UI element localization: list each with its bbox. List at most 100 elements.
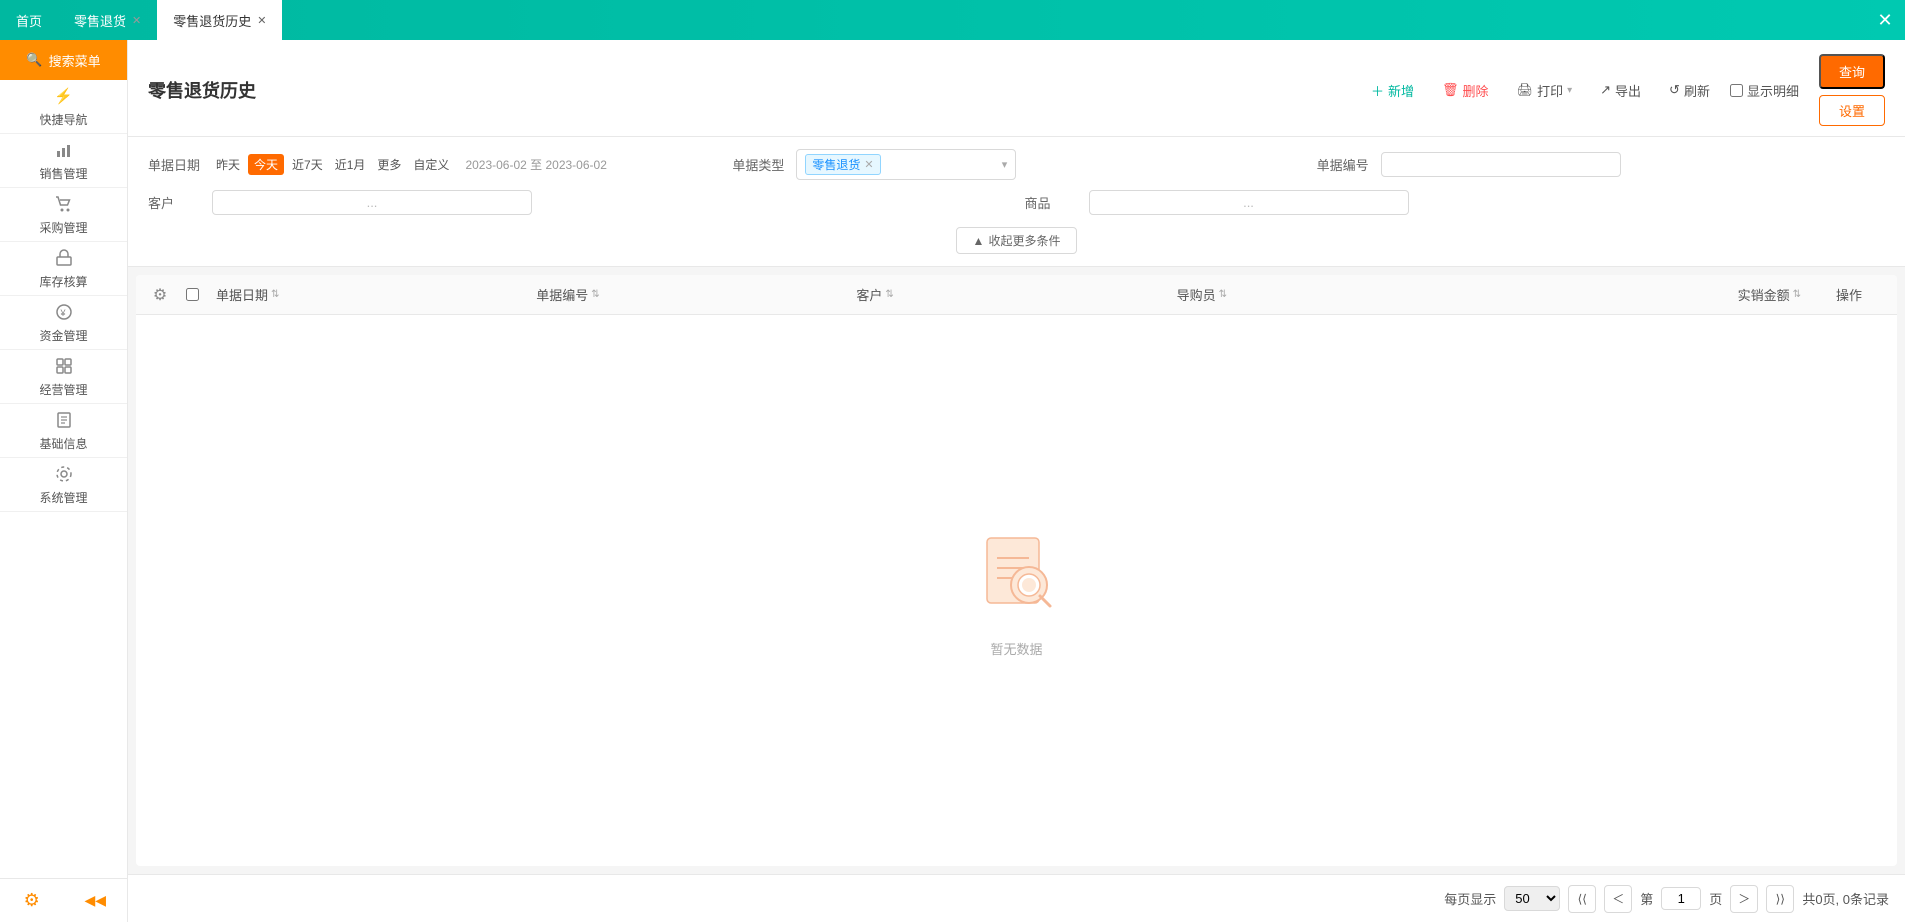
add-icon: ＋: [1371, 81, 1384, 100]
page-next-button[interactable]: ＞: [1730, 885, 1758, 913]
table-settings-icon[interactable]: ⚙: [144, 285, 176, 305]
delete-icon: 🗑: [1442, 82, 1459, 98]
sidebar-item-finance[interactable]: ¥ 资金管理: [0, 296, 127, 350]
collapse-icon: ◀◀: [84, 892, 106, 909]
page-last-button[interactable]: ⟩⟩: [1766, 885, 1794, 913]
th-number-sort-icon[interactable]: ⇅: [591, 289, 599, 300]
filter-date-label: 单据日期: [148, 155, 204, 174]
th-customer-label: 客户: [856, 285, 882, 304]
date-btn-yesterday[interactable]: 昨天: [212, 154, 244, 175]
settings-icon: ⚙: [24, 890, 40, 911]
filter-type-tag-remove[interactable]: ✕: [864, 158, 873, 171]
date-btn-7days[interactable]: 近7天: [288, 154, 327, 175]
window-close-button[interactable]: ✕: [1865, 0, 1905, 40]
setting-button[interactable]: 设置: [1819, 95, 1885, 126]
delete-label: 删除: [1463, 81, 1489, 100]
page-header: 零售退货历史 ＋ + 新增 新增 🗑 删除 🖨 打印 ▾ ↗: [128, 40, 1905, 137]
date-btn-today[interactable]: 今天: [248, 154, 284, 175]
th-date-sort-icon[interactable]: ⇅: [271, 289, 279, 300]
empty-text: 暂无数据: [990, 639, 1042, 658]
sidebar-item-operation[interactable]: 经营管理: [0, 350, 127, 404]
sales-icon: [53, 139, 75, 161]
content-area: 零售退货历史 ＋ + 新增 新增 🗑 删除 🖨 打印 ▾ ↗: [128, 40, 1905, 922]
filter-type-item: 单据类型 零售退货 ✕ ▾: [732, 149, 1300, 180]
filter-row-1: 单据日期 昨天 今天 近7天 近1月 更多 自定义 2023-06-02 至 2…: [148, 149, 1885, 180]
page-suffix: 页: [1709, 889, 1722, 908]
page-number-input[interactable]: [1661, 887, 1701, 910]
search-icon: 🔍: [26, 52, 42, 68]
filter-area: 单据日期 昨天 今天 近7天 近1月 更多 自定义 2023-06-02 至 2…: [128, 137, 1905, 267]
sidebar-nav: ⚡ 快捷导航 销售管理 采购管理 库存核算: [0, 80, 127, 878]
table-select-all[interactable]: [176, 288, 208, 301]
sidebar-search-label: 搜索菜单: [49, 51, 101, 70]
display-detail-toggle[interactable]: 显示明细: [1730, 81, 1799, 100]
print-label: 打印: [1537, 81, 1563, 100]
date-btn-custom[interactable]: 自定义: [409, 154, 453, 175]
basic-info-icon: [53, 409, 75, 431]
th-guide-label: 导购员: [1177, 285, 1216, 304]
date-btn-1month[interactable]: 近1月: [331, 154, 370, 175]
th-customer-sort-icon[interactable]: ⇅: [885, 289, 893, 300]
th-guide-sort-icon[interactable]: ⇅: [1219, 289, 1227, 300]
th-date: 单据日期 ⇅: [208, 285, 528, 304]
tab-retail-return[interactable]: 零售退货 ✕: [58, 0, 157, 40]
pagination: 每页显示 50 10 20 100 ⟨⟨ ＜ 第 页 ＞ ⟩⟩ 共0页, 0条记…: [128, 874, 1905, 922]
filter-goods-select[interactable]: ...: [1089, 190, 1409, 215]
top-bar: 首页 零售退货 ✕ 零售退货历史 ✕ ✕: [0, 0, 1905, 40]
sidebar-item-basic-info[interactable]: 基础信息: [0, 404, 127, 458]
sidebar-collapse-button[interactable]: ◀◀: [79, 885, 111, 917]
th-amount-label: 实销金额: [1738, 285, 1790, 304]
sidebar-item-sales[interactable]: 销售管理: [0, 134, 127, 188]
sidebar-item-label: 销售管理: [39, 165, 87, 182]
page-first-button[interactable]: ⟨⟨: [1568, 885, 1596, 913]
tab-retail-return-history-close[interactable]: ✕: [257, 14, 266, 27]
tab-retail-return-history[interactable]: 零售退货历史 ✕: [157, 0, 282, 40]
export-button[interactable]: ↗ 导出: [1592, 77, 1649, 104]
th-customer: 客户 ⇅: [848, 285, 1168, 304]
th-ops: 操作: [1809, 285, 1889, 304]
select-all-checkbox[interactable]: [186, 288, 199, 301]
query-button[interactable]: 查询: [1819, 54, 1885, 89]
sidebar-item-quick-nav[interactable]: ⚡ 快捷导航: [0, 80, 127, 134]
purchase-icon: [53, 193, 75, 215]
add-button[interactable]: ＋ + 新增 新增: [1363, 77, 1422, 104]
filter-type-select[interactable]: 零售退货 ✕ ▾: [796, 149, 1016, 180]
filter-date-buttons: 昨天 今天 近7天 近1月 更多 自定义: [212, 154, 453, 175]
filter-customer-select[interactable]: ...: [212, 190, 532, 215]
sidebar-search-button[interactable]: 🔍 搜索菜单: [0, 40, 127, 80]
display-detail-checkbox[interactable]: [1730, 84, 1743, 97]
operation-icon: [53, 355, 75, 377]
th-amount-sort-icon[interactable]: ⇅: [1793, 289, 1801, 300]
export-label: 导出: [1615, 81, 1641, 100]
refresh-button[interactable]: ↺ 刷新: [1661, 77, 1718, 104]
toolbar: ＋ + 新增 新增 🗑 删除 🖨 打印 ▾ ↗ 导出: [1363, 54, 1885, 126]
page-prev-button[interactable]: ＜: [1604, 885, 1632, 913]
tab-home[interactable]: 首页: [0, 0, 58, 40]
sidebar-item-purchase[interactable]: 采购管理: [0, 188, 127, 242]
filter-number-input[interactable]: [1381, 152, 1621, 177]
filter-number-label: 单据编号: [1317, 155, 1373, 174]
sidebar-settings-button[interactable]: ⚙: [16, 885, 48, 917]
display-detail-label: 显示明细: [1747, 81, 1799, 100]
sidebar-item-inventory[interactable]: 库存核算: [0, 242, 127, 296]
collapse-filter-button[interactable]: ▲ 收起更多条件: [956, 227, 1078, 254]
empty-illustration: [967, 523, 1067, 623]
data-table: ⚙ 单据日期 ⇅ 单据编号 ⇅ 客户 ⇅ 导购员 ⇅: [136, 275, 1897, 866]
print-button[interactable]: 🖨 打印 ▾: [1509, 77, 1581, 104]
finance-icon: ¥: [53, 301, 75, 323]
main-layout: 🔍 搜索菜单 ⚡ 快捷导航 销售管理 采购管理: [0, 40, 1905, 922]
date-btn-more[interactable]: 更多: [373, 154, 405, 175]
page-size-select[interactable]: 50 10 20 100: [1504, 886, 1560, 911]
sidebar-item-label: 基础信息: [39, 435, 87, 452]
th-amount: 实销金额 ⇅: [1489, 285, 1809, 304]
sidebar-item-system[interactable]: 系统管理: [0, 458, 127, 512]
filter-number-item: 单据编号: [1317, 152, 1885, 177]
th-guide: 导购员 ⇅: [1169, 285, 1489, 304]
delete-button[interactable]: 🗑 删除: [1434, 77, 1497, 104]
refresh-icon: ↺: [1669, 82, 1680, 98]
page-size-label: 每页显示: [1444, 889, 1496, 908]
sidebar-item-label: 资金管理: [39, 327, 87, 344]
tab-retail-return-label: 零售退货: [74, 11, 126, 30]
th-number: 单据编号 ⇅: [528, 285, 848, 304]
tab-retail-return-close[interactable]: ✕: [132, 14, 141, 27]
